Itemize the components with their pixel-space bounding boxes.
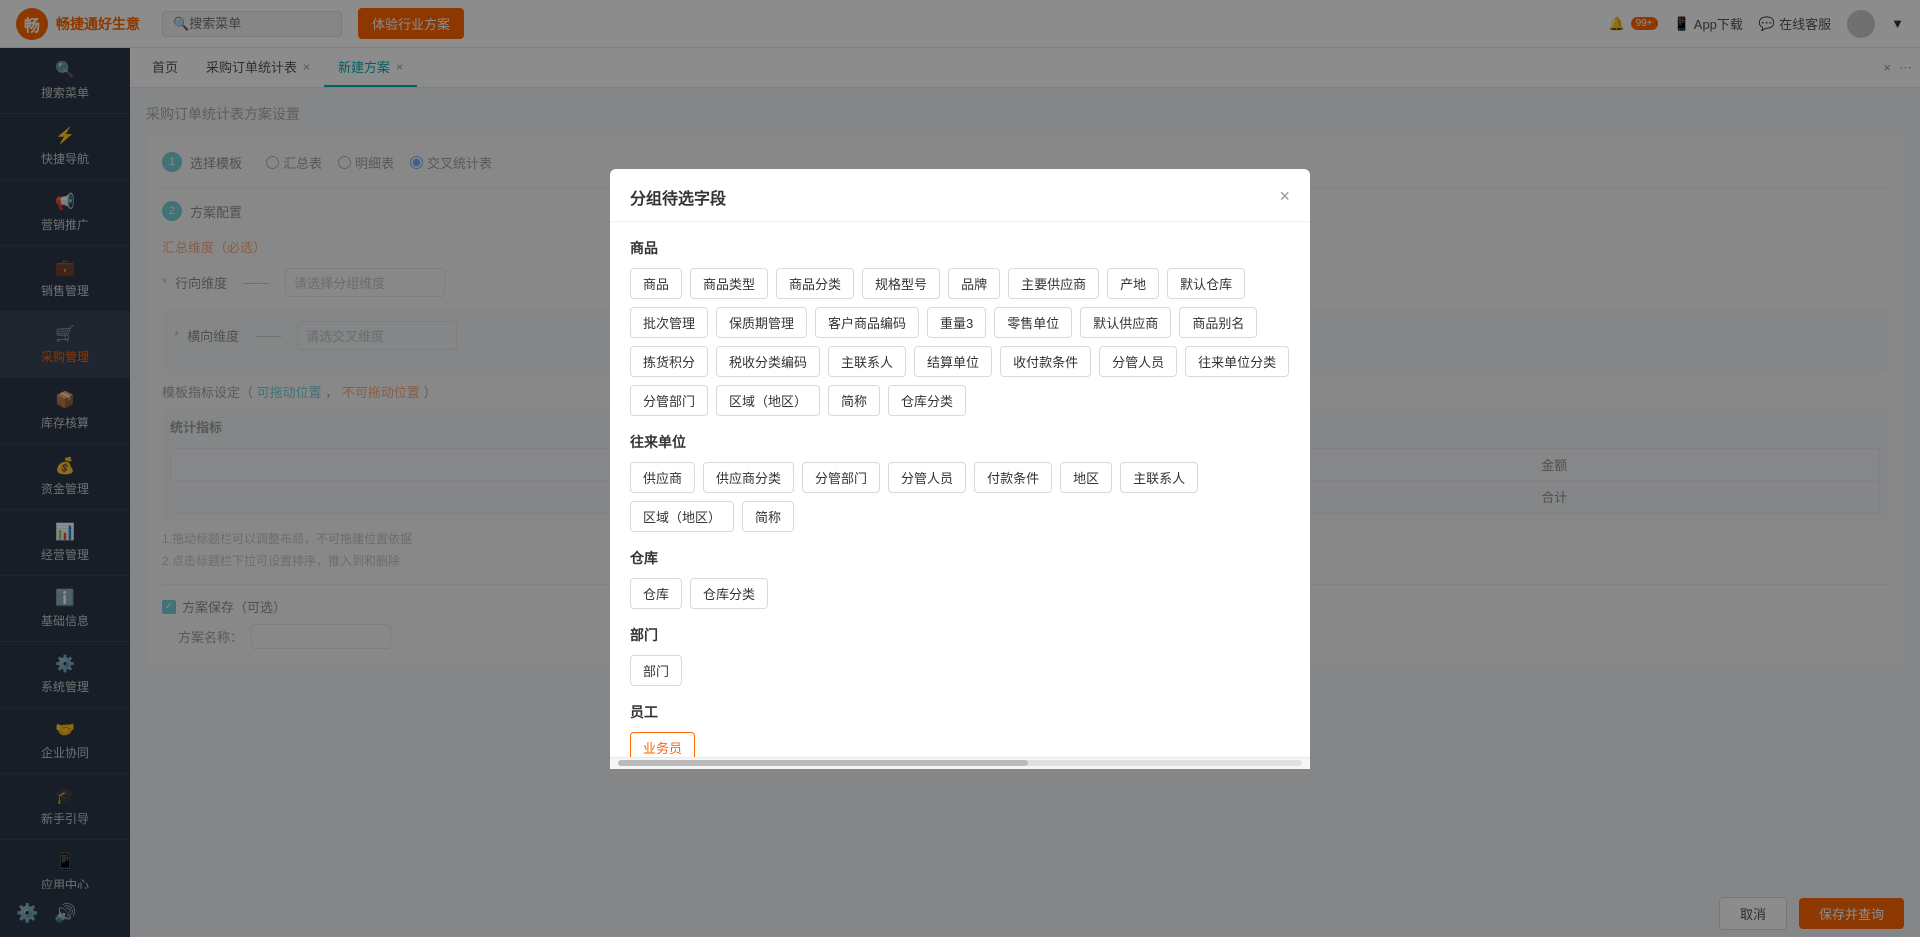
field-group-3: 部门部门	[630, 625, 1290, 686]
field-group-title-2: 仓库	[630, 548, 1290, 568]
field-tag-0-14[interactable]: 商品别名	[1179, 307, 1257, 338]
field-tag-1-2[interactable]: 分管部门	[802, 462, 880, 493]
field-tag-0-22[interactable]: 分管部门	[630, 385, 708, 416]
field-tag-4-0[interactable]: 业务员	[630, 732, 695, 757]
field-tag-0-2[interactable]: 商品分类	[776, 268, 854, 299]
field-tag-0-12[interactable]: 零售单位	[994, 307, 1072, 338]
field-select-modal: 分组待选字段 × 商品商品商品类型商品分类规格型号品牌主要供应商产地默认仓库批次…	[610, 169, 1310, 769]
field-tag-0-4[interactable]: 品牌	[948, 268, 1000, 299]
field-tag-0-17[interactable]: 主联系人	[828, 346, 906, 377]
field-tag-0-23[interactable]: 区域（地区）	[716, 385, 820, 416]
field-tag-0-18[interactable]: 结算单位	[914, 346, 992, 377]
field-list-0: 商品商品类型商品分类规格型号品牌主要供应商产地默认仓库批次管理保质期管理客户商品…	[630, 268, 1290, 416]
field-tag-1-8[interactable]: 简称	[742, 501, 794, 532]
field-tag-1-7[interactable]: 区域（地区）	[630, 501, 734, 532]
field-tag-0-13[interactable]: 默认供应商	[1080, 307, 1171, 338]
field-tag-0-25[interactable]: 仓库分类	[888, 385, 966, 416]
field-tag-2-1[interactable]: 仓库分类	[690, 578, 768, 609]
field-group-title-4: 员工	[630, 702, 1290, 722]
field-tag-0-16[interactable]: 税收分类编码	[716, 346, 820, 377]
field-tag-0-15[interactable]: 拣货积分	[630, 346, 708, 377]
field-tag-0-8[interactable]: 批次管理	[630, 307, 708, 338]
field-tag-0-5[interactable]: 主要供应商	[1008, 268, 1099, 299]
field-tag-0-10[interactable]: 客户商品编码	[815, 307, 919, 338]
field-tag-0-24[interactable]: 简称	[828, 385, 880, 416]
field-group-title-0: 商品	[630, 238, 1290, 258]
field-tag-0-3[interactable]: 规格型号	[862, 268, 940, 299]
field-tag-2-0[interactable]: 仓库	[630, 578, 682, 609]
field-tag-1-3[interactable]: 分管人员	[888, 462, 966, 493]
field-group-2: 仓库仓库仓库分类	[630, 548, 1290, 609]
field-tag-0-0[interactable]: 商品	[630, 268, 682, 299]
field-list-3: 部门	[630, 655, 1290, 686]
field-tag-1-1[interactable]: 供应商分类	[703, 462, 794, 493]
field-tag-0-7[interactable]: 默认仓库	[1167, 268, 1245, 299]
field-tag-0-9[interactable]: 保质期管理	[716, 307, 807, 338]
modal-close-btn[interactable]: ×	[1279, 186, 1290, 207]
field-tag-0-11[interactable]: 重量3	[927, 307, 986, 338]
field-tag-1-6[interactable]: 主联系人	[1120, 462, 1198, 493]
field-tag-0-6[interactable]: 产地	[1107, 268, 1159, 299]
field-group-4: 员工业务员	[630, 702, 1290, 757]
field-tag-1-0[interactable]: 供应商	[630, 462, 695, 493]
field-group-title-1: 往来单位	[630, 432, 1290, 452]
field-tag-1-5[interactable]: 地区	[1060, 462, 1112, 493]
field-tag-0-1[interactable]: 商品类型	[690, 268, 768, 299]
field-tag-3-0[interactable]: 部门	[630, 655, 682, 686]
horizontal-scrollbar[interactable]	[618, 760, 1302, 766]
field-list-2: 仓库仓库分类	[630, 578, 1290, 609]
field-list-1: 供应商供应商分类分管部门分管人员付款条件地区主联系人区域（地区） 简称	[630, 462, 1290, 532]
field-tag-0-21[interactable]: 往来单位分类	[1185, 346, 1289, 377]
field-group-1: 往来单位供应商供应商分类分管部门分管人员付款条件地区主联系人区域（地区） 简称	[630, 432, 1290, 532]
modal-scroll-bottom[interactable]	[610, 757, 1310, 769]
modal-body: 商品商品商品类型商品分类规格型号品牌主要供应商产地默认仓库批次管理保质期管理客户…	[610, 222, 1310, 757]
modal-header: 分组待选字段 ×	[610, 169, 1310, 222]
scroll-thumb	[618, 760, 1028, 766]
field-tag-1-4[interactable]: 付款条件	[974, 462, 1052, 493]
field-list-4: 业务员	[630, 732, 1290, 757]
field-group-0: 商品商品商品类型商品分类规格型号品牌主要供应商产地默认仓库批次管理保质期管理客户…	[630, 238, 1290, 416]
field-tag-0-19[interactable]: 收付款条件	[1000, 346, 1091, 377]
modal-title: 分组待选字段	[630, 185, 726, 209]
field-tag-0-20[interactable]: 分管人员	[1099, 346, 1177, 377]
field-group-title-3: 部门	[630, 625, 1290, 645]
